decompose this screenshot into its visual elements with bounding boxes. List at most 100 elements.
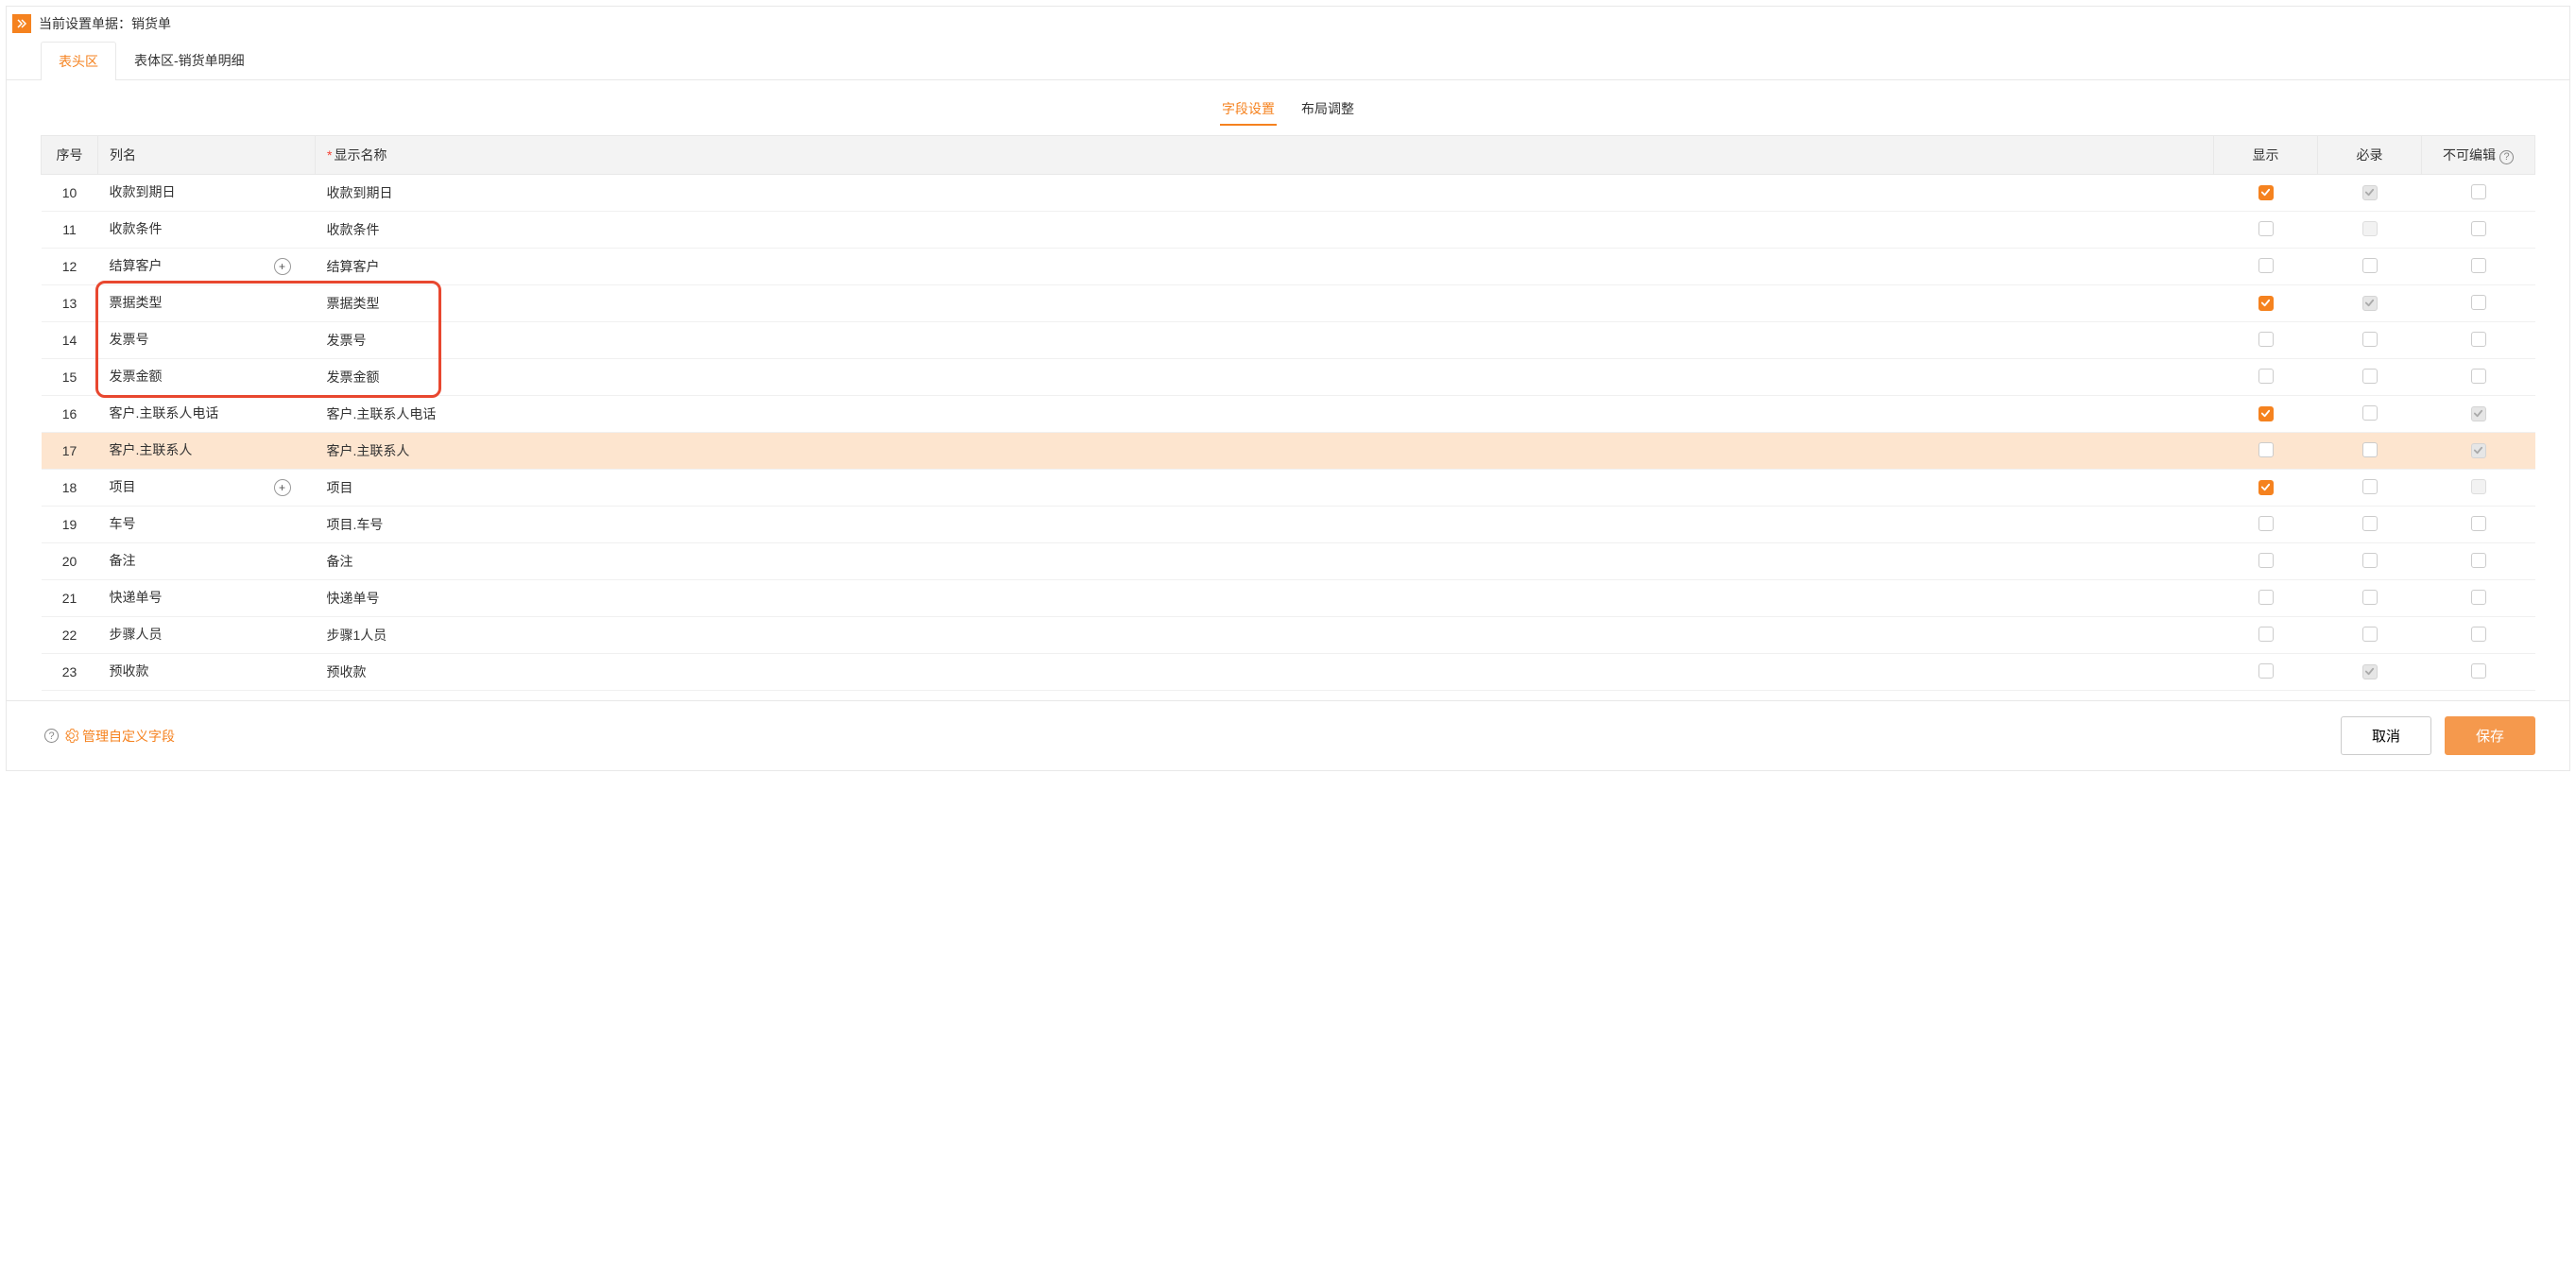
- add-sub-field-button[interactable]: +: [274, 479, 291, 496]
- table-row[interactable]: 23预收款预收款: [42, 654, 2535, 691]
- cell-display-name[interactable]: 客户.主联系人电话: [316, 396, 2214, 433]
- checkbox-required[interactable]: [2362, 258, 2378, 273]
- table-row[interactable]: 13票据类型票据类型: [42, 285, 2535, 322]
- table-row[interactable]: 15发票金额发票金额: [42, 359, 2535, 396]
- checkbox-required[interactable]: [2362, 332, 2378, 347]
- cell-locked: [2422, 249, 2535, 285]
- checkbox-show[interactable]: [2258, 627, 2274, 642]
- checkbox-locked[interactable]: [2471, 295, 2486, 310]
- checkbox-show[interactable]: [2258, 590, 2274, 605]
- table-row[interactable]: 22步骤人员步骤1人员: [42, 617, 2535, 654]
- cell-seq: 11: [42, 212, 98, 249]
- cell-display-name[interactable]: 项目.车号: [316, 507, 2214, 543]
- cell-name: 步骤人员: [98, 617, 316, 654]
- help-icon[interactable]: ?: [2499, 150, 2514, 164]
- checkbox-show[interactable]: [2258, 221, 2274, 236]
- checkbox-show[interactable]: [2258, 332, 2274, 347]
- save-button[interactable]: 保存: [2445, 716, 2535, 755]
- table-row[interactable]: 14发票号发票号: [42, 322, 2535, 359]
- checkbox-locked[interactable]: [2471, 258, 2486, 273]
- gear-icon: [64, 729, 78, 743]
- checkbox-locked[interactable]: [2471, 221, 2486, 236]
- checkbox-locked[interactable]: [2471, 516, 2486, 531]
- cell-name: 收款到期日: [98, 175, 316, 212]
- checkbox-show[interactable]: [2258, 516, 2274, 531]
- checkbox-required: [2362, 296, 2378, 311]
- checkbox-show[interactable]: [2258, 258, 2274, 273]
- checkbox-show[interactable]: [2258, 442, 2274, 457]
- cell-seq: 16: [42, 396, 98, 433]
- checkbox-locked[interactable]: [2471, 663, 2486, 679]
- cell-seq: 19: [42, 507, 98, 543]
- tab-header-area[interactable]: 表头区: [41, 42, 116, 80]
- cell-display-name[interactable]: 收款条件: [316, 212, 2214, 249]
- manage-custom-fields-link[interactable]: 管理自定义字段: [64, 727, 175, 746]
- cell-display-name[interactable]: 步骤1人员: [316, 617, 2214, 654]
- cell-name: 客户.主联系人电话: [98, 396, 316, 433]
- cell-display-name[interactable]: 票据类型: [316, 285, 2214, 322]
- tab-body-area[interactable]: 表体区-销货单明细: [116, 41, 263, 79]
- checkbox-show[interactable]: [2258, 406, 2274, 421]
- checkbox-locked[interactable]: [2471, 332, 2486, 347]
- checkbox-locked[interactable]: [2471, 184, 2486, 199]
- cell-name: 快递单号: [98, 580, 316, 617]
- col-header-required: 必录: [2318, 136, 2422, 175]
- cell-display-name[interactable]: 项目: [316, 470, 2214, 507]
- cell-locked: [2422, 654, 2535, 691]
- cell-display-name[interactable]: 发票号: [316, 322, 2214, 359]
- table-row[interactable]: 17客户.主联系人客户.主联系人: [42, 433, 2535, 470]
- checkbox-show[interactable]: [2258, 553, 2274, 568]
- cell-show: [2214, 654, 2318, 691]
- help-icon[interactable]: ?: [44, 729, 59, 743]
- cell-display-name[interactable]: 收款到期日: [316, 175, 2214, 212]
- cell-display-name[interactable]: 快递单号: [316, 580, 2214, 617]
- cell-show: [2214, 212, 2318, 249]
- checkbox-required: [2362, 185, 2378, 200]
- cell-display-name[interactable]: 预收款: [316, 654, 2214, 691]
- subtab-field-settings[interactable]: 字段设置: [1220, 94, 1277, 126]
- checkbox-locked[interactable]: [2471, 369, 2486, 384]
- checkbox-show[interactable]: [2258, 296, 2274, 311]
- table-row[interactable]: 19车号项目.车号: [42, 507, 2535, 543]
- table-row[interactable]: 20备注备注: [42, 543, 2535, 580]
- checkbox-required[interactable]: [2362, 627, 2378, 642]
- cell-display-name[interactable]: 备注: [316, 543, 2214, 580]
- cell-display-name[interactable]: 客户.主联系人: [316, 433, 2214, 470]
- table-row[interactable]: 16客户.主联系人电话客户.主联系人电话: [42, 396, 2535, 433]
- checkbox-required[interactable]: [2362, 590, 2378, 605]
- table-row[interactable]: 18项目+项目: [42, 470, 2535, 507]
- checkbox-required[interactable]: [2362, 442, 2378, 457]
- subtab-layout-adjust[interactable]: 布局调整: [1299, 94, 1356, 126]
- cell-show: [2214, 285, 2318, 322]
- table-row[interactable]: 21快递单号快递单号: [42, 580, 2535, 617]
- checkbox-show[interactable]: [2258, 480, 2274, 495]
- checkbox-locked[interactable]: [2471, 590, 2486, 605]
- table-row[interactable]: 11收款条件收款条件: [42, 212, 2535, 249]
- checkbox-required[interactable]: [2362, 553, 2378, 568]
- cell-required: [2318, 433, 2422, 470]
- cell-required: [2318, 322, 2422, 359]
- checkbox-show[interactable]: [2258, 369, 2274, 384]
- checkbox-required[interactable]: [2362, 479, 2378, 494]
- cell-locked: [2422, 212, 2535, 249]
- checkbox-required[interactable]: [2362, 369, 2378, 384]
- cancel-button[interactable]: 取消: [2341, 716, 2431, 755]
- cell-display-name[interactable]: 结算客户: [316, 249, 2214, 285]
- checkbox-show[interactable]: [2258, 185, 2274, 200]
- cell-locked: [2422, 543, 2535, 580]
- table-row[interactable]: 12结算客户+结算客户: [42, 249, 2535, 285]
- checkbox-show[interactable]: [2258, 663, 2274, 679]
- fields-table: 序号 列名 *显示名称 显示 必录 不可编辑? 10收款到期日收款到期日11收款…: [41, 135, 2535, 691]
- table-row[interactable]: 10收款到期日收款到期日: [42, 175, 2535, 212]
- checkbox-required[interactable]: [2362, 516, 2378, 531]
- cell-required: [2318, 470, 2422, 507]
- cell-name: 预收款: [98, 654, 316, 691]
- checkbox-required[interactable]: [2362, 405, 2378, 421]
- add-sub-field-button[interactable]: +: [274, 258, 291, 275]
- checkbox-locked[interactable]: [2471, 627, 2486, 642]
- col-header-display-name: *显示名称: [316, 136, 2214, 175]
- cell-required: [2318, 175, 2422, 212]
- expand-panel-button[interactable]: [12, 14, 31, 33]
- cell-display-name[interactable]: 发票金额: [316, 359, 2214, 396]
- checkbox-locked[interactable]: [2471, 553, 2486, 568]
